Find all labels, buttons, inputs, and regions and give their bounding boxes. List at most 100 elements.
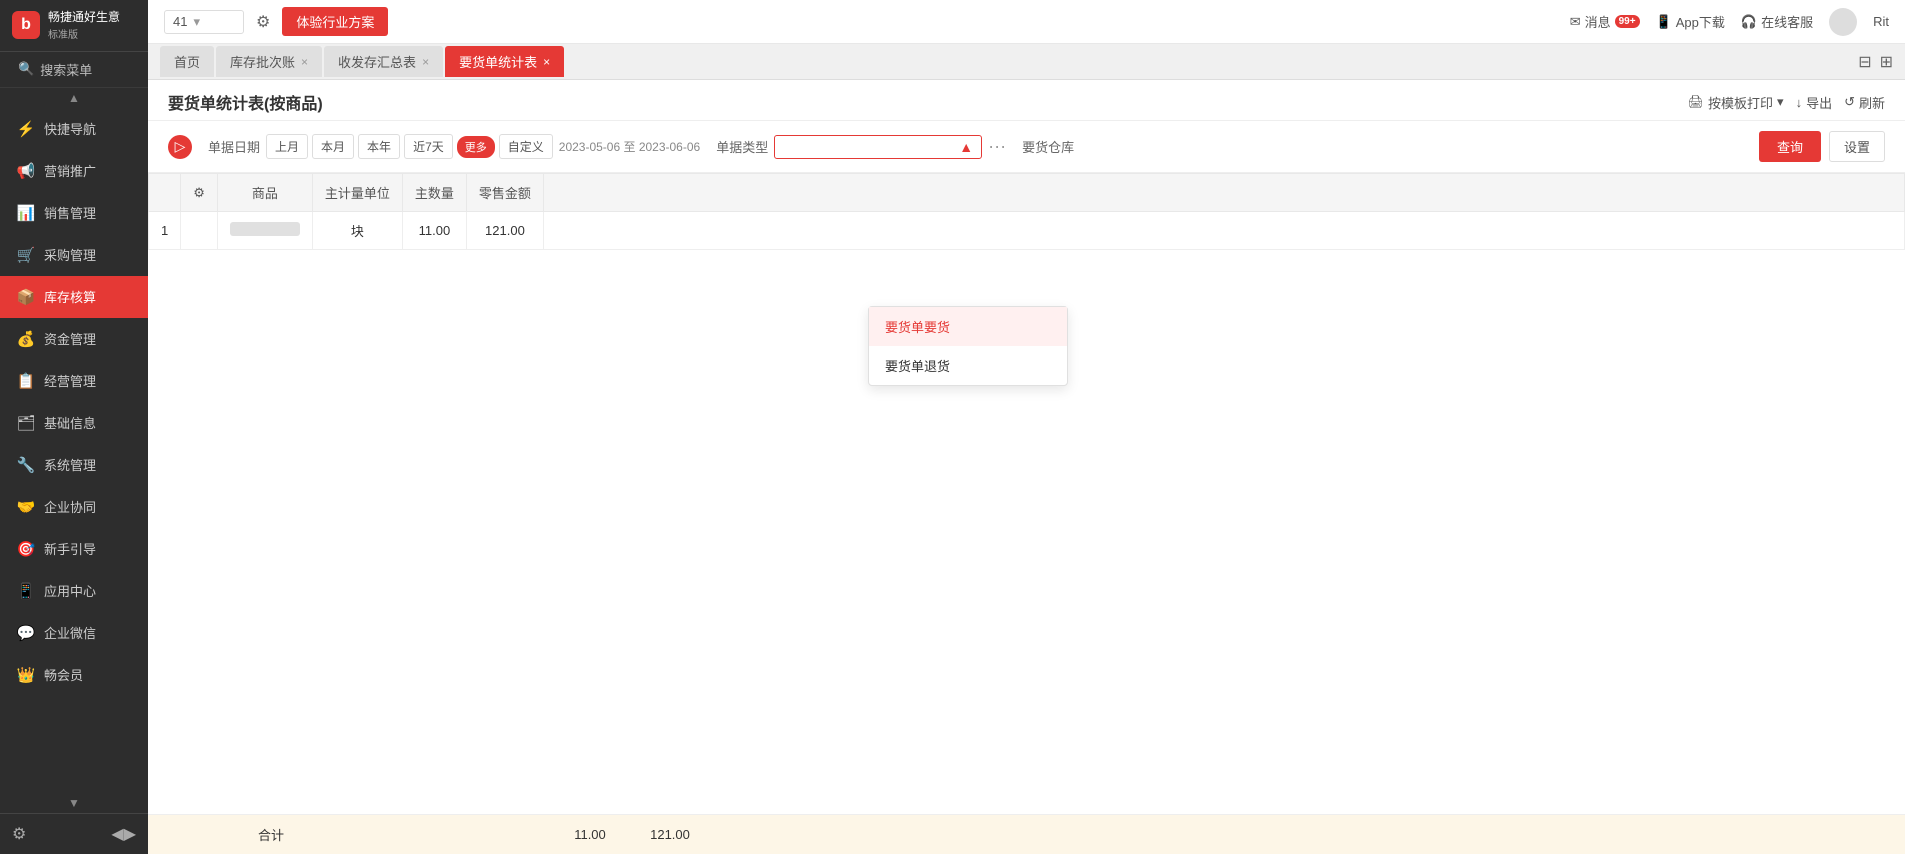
footer-collapse-icon[interactable]: ◀▶	[111, 824, 136, 844]
tab-order-stats[interactable]: 要货单统计表 ×	[445, 46, 564, 77]
system-label: 系统管理	[44, 455, 96, 474]
date-custom-btn[interactable]: 自定义	[499, 134, 553, 159]
cell-settings	[181, 212, 218, 250]
topbar-gear-icon[interactable]: ⚙	[256, 12, 270, 32]
scroll-down[interactable]: ▼	[0, 793, 148, 813]
sidebar-item-enterprise[interactable]: 🤝 企业协同	[0, 486, 148, 528]
date-more-btn[interactable]: 更多	[457, 136, 495, 158]
quick-nav-icon: ⚡	[16, 119, 36, 139]
th-settings[interactable]: ⚙	[181, 174, 218, 212]
sidebar-item-finance[interactable]: 💰 资金管理	[0, 318, 148, 360]
branch-value: 41	[173, 14, 187, 29]
sidebar-item-guide[interactable]: 🎯 新手引导	[0, 528, 148, 570]
messages-btn[interactable]: ✉ 消息 99+	[1570, 12, 1640, 31]
page-title: 要货单统计表(按商品)	[168, 90, 323, 114]
vip-icon: 👑	[16, 665, 36, 685]
sidebar-item-vip[interactable]: 👑 畅会员	[0, 654, 148, 696]
table-footer: 合计 11.00 121.00	[148, 814, 1905, 854]
type-filter-group: 单据类型 ▲ ···	[716, 135, 1006, 159]
sidebar-item-marketing[interactable]: 📢 营销推广	[0, 150, 148, 192]
sales-label: 销售管理	[44, 203, 96, 222]
sidebar-item-base[interactable]: 🗂 基础信息	[0, 402, 148, 444]
sidebar-item-sales[interactable]: 📊 销售管理	[0, 192, 148, 234]
cell-quantity: 11.00	[402, 212, 466, 250]
column-settings-icon[interactable]: ⚙	[193, 185, 205, 200]
sidebar-item-appstore[interactable]: 📱 应用中心	[0, 570, 148, 612]
footer-amount: 121.00	[630, 827, 710, 842]
cell-amount: 121.00	[466, 212, 543, 250]
th-amount: 零售金额	[466, 174, 543, 212]
date-curr-btn[interactable]: 本月	[312, 134, 354, 159]
online-service-btn[interactable]: 🎧 在线客服	[1741, 12, 1813, 31]
table-row: 1 块 11.00 121.00	[149, 212, 1905, 250]
tab-order-stats-label: 要货单统计表	[459, 52, 537, 71]
footer-settings-icon[interactable]: ⚙	[12, 824, 26, 844]
date-prev-btn[interactable]: 上月	[266, 134, 308, 159]
sales-icon: 📊	[16, 203, 36, 223]
refresh-btn[interactable]: ↺ 刷新	[1844, 93, 1885, 112]
type-select[interactable]: ▲	[774, 135, 982, 159]
topbar-right: ✉ 消息 99+ 📱 App下载 🎧 在线客服 Rit	[1570, 8, 1889, 36]
sidebar-item-operation[interactable]: 📋 经营管理	[0, 360, 148, 402]
appstore-label: 应用中心	[44, 581, 96, 600]
operation-icon: 📋	[16, 371, 36, 391]
tab-minimize-icon[interactable]: ⊟	[1858, 52, 1871, 72]
quick-nav-label: 快捷导航	[44, 119, 96, 138]
sidebar-item-purchase[interactable]: 🛒 采购管理	[0, 234, 148, 276]
query-btn[interactable]: 查询	[1759, 131, 1821, 162]
sidebar-search[interactable]: 🔍 搜索菜单	[0, 52, 148, 88]
purchase-label: 采购管理	[44, 245, 96, 264]
industry-btn[interactable]: 体验行业方案	[282, 7, 388, 36]
date-label: 单据日期	[208, 137, 260, 156]
th-unit: 主计量单位	[312, 174, 402, 212]
branch-selector[interactable]: 41 ▾	[164, 10, 244, 34]
tab-order-stats-close[interactable]: ×	[543, 55, 550, 69]
topbar: 41 ▾ ⚙ 体验行业方案 ✉ 消息 99+ 📱 App下载 🎧 在线客服 Ri…	[148, 0, 1905, 44]
wechat-icon: 💬	[16, 623, 36, 643]
type-more-options[interactable]: ···	[988, 136, 1006, 157]
footer-quantity: 11.00	[550, 827, 630, 842]
date-buttons: 上月 本月 本年 近7天 更多 自定义	[266, 134, 553, 159]
scroll-up[interactable]: ▲	[0, 88, 148, 108]
date-week-btn[interactable]: 近7天	[404, 134, 453, 159]
tab-inventory-batch-close[interactable]: ×	[301, 55, 308, 69]
tab-collect-summary-close[interactable]: ×	[422, 55, 429, 69]
th-index	[149, 174, 181, 212]
user-avatar[interactable]	[1829, 8, 1857, 36]
dropdown-item-request[interactable]: 要货单要货	[869, 307, 1067, 346]
sidebar-footer: ⚙ ◀▶	[0, 813, 148, 854]
wechat-label: 企业微信	[44, 623, 96, 642]
type-input[interactable]	[783, 139, 959, 154]
refresh-label: 刷新	[1859, 93, 1885, 112]
tab-collect-summary-label: 收发存汇总表	[338, 52, 416, 71]
tab-home-label: 首页	[174, 52, 200, 71]
export-btn[interactable]: ↓ 导出	[1796, 93, 1833, 112]
tab-inventory-batch[interactable]: 库存批次账 ×	[216, 46, 322, 77]
vip-label: 畅会员	[44, 665, 83, 684]
sidebar-item-quick-nav[interactable]: ⚡ 快捷导航	[0, 108, 148, 150]
marketing-icon: 📢	[16, 161, 36, 181]
date-year-btn[interactable]: 本年	[358, 134, 400, 159]
app-logo: b 畅捷通好生意 标准版	[0, 0, 148, 52]
sidebar-item-wechat[interactable]: 💬 企业微信	[0, 612, 148, 654]
date-range: 2023-05-06 至 2023-06-06	[559, 138, 700, 155]
inventory-icon: 📦	[16, 287, 36, 307]
settings-btn[interactable]: 设置	[1829, 131, 1885, 162]
type-select-up-arrow[interactable]: ▲	[959, 139, 973, 155]
tab-home[interactable]: 首页	[160, 46, 214, 77]
print-btn[interactable]: 🖨 按模板打印 ▾	[1688, 93, 1784, 112]
filter-expand-btn[interactable]: ▷	[168, 135, 192, 159]
tab-collect-summary[interactable]: 收发存汇总表 ×	[324, 46, 443, 77]
print-label: 按模板打印	[1708, 93, 1773, 112]
content-area: 要货单统计表(按商品) 🖨 按模板打印 ▾ ↓ 导出 ↺ 刷新 ▷	[148, 80, 1905, 854]
app-download-btn[interactable]: 📱 App下载	[1656, 12, 1725, 31]
dropdown-item-return[interactable]: 要货单退货	[869, 346, 1067, 385]
tab-inventory-batch-label: 库存批次账	[230, 52, 295, 71]
sidebar-item-inventory[interactable]: 📦 库存核算	[0, 276, 148, 318]
date-filter-group: 单据日期 上月 本月 本年 近7天 更多 自定义 2023-05-06 至 20…	[208, 134, 700, 159]
sidebar-nav: ⚡ 快捷导航 📢 营销推广 📊 销售管理 🛒 采购管理 📦 库存核算 💰 资金管…	[0, 108, 148, 793]
tab-expand-icon[interactable]: ⊞	[1880, 52, 1893, 72]
sidebar-item-system[interactable]: 🔧 系统管理	[0, 444, 148, 486]
branch-arrow-icon: ▾	[193, 14, 200, 30]
logo-icon: b	[12, 11, 40, 39]
